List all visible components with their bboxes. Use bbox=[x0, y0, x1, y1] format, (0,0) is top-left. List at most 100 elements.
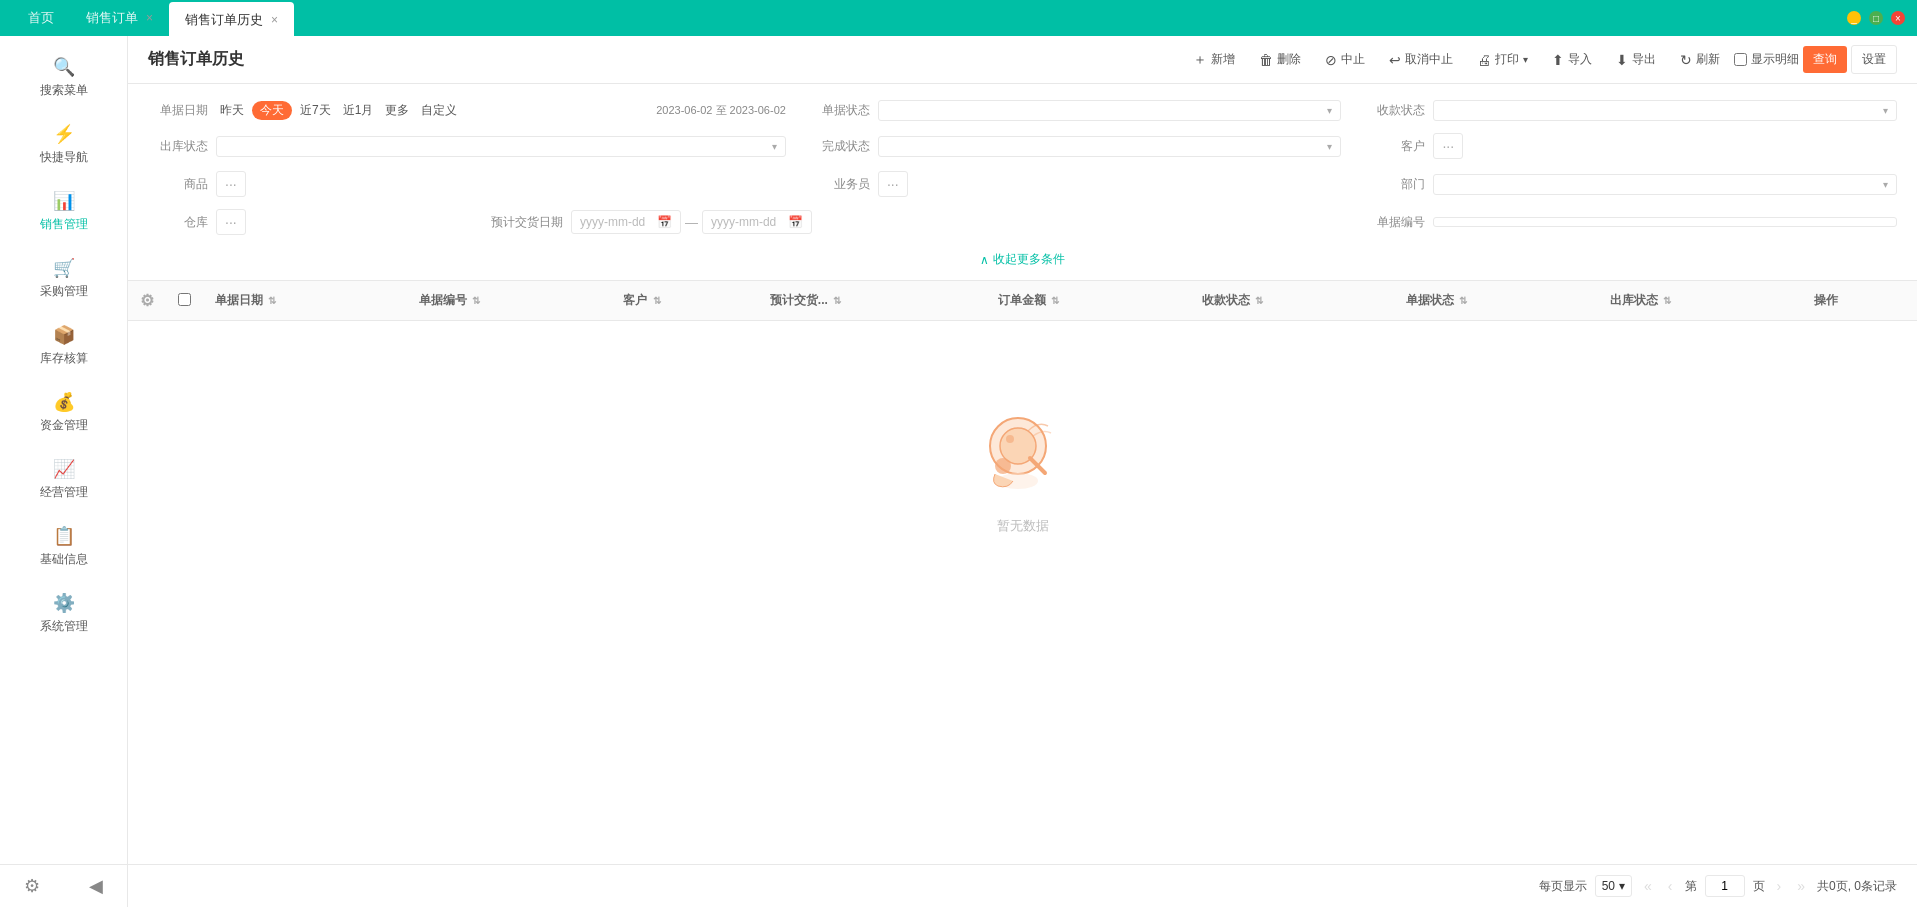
show-detail-checkbox[interactable] bbox=[1734, 53, 1747, 66]
shortcut-custom[interactable]: 自定义 bbox=[417, 101, 461, 120]
th-outbound-status-sort-icon[interactable]: ⇅ bbox=[1663, 295, 1671, 306]
sidebar-collapse-button[interactable]: ◀ bbox=[89, 875, 103, 897]
salesperson-dots-button[interactable]: ··· bbox=[878, 171, 908, 197]
filter-area: 单据日期 昨天 今天 近7天 近1月 更多 自定义 2023-06-02 至 2… bbox=[128, 84, 1917, 281]
sidebar-item-sales-mgmt-label: 销售管理 bbox=[40, 216, 88, 233]
th-payment-status-sort-icon[interactable]: ⇅ bbox=[1255, 295, 1263, 306]
query-button[interactable]: 查询 bbox=[1803, 46, 1847, 73]
collapse-label: 收起更多条件 bbox=[993, 251, 1065, 268]
maximize-button[interactable]: □ bbox=[1869, 11, 1883, 25]
import-icon: ⬆ bbox=[1552, 52, 1564, 68]
sidebar-item-sys-mgmt[interactable]: ⚙️ 系统管理 bbox=[0, 580, 127, 647]
cancel-stop-button[interactable]: ↩ 取消中止 bbox=[1379, 46, 1463, 73]
content-area: 销售订单历史 ＋ 新增 🗑 删除 ⊘ 中止 ↩ 取消中止 bbox=[128, 36, 1917, 907]
sidebar-item-quick-nav[interactable]: ⚡ 快捷导航 bbox=[0, 111, 127, 178]
th-date-sort-icon[interactable]: ⇅ bbox=[268, 295, 276, 306]
sidebar-item-search-menu[interactable]: 🔍 搜索菜单 bbox=[0, 44, 127, 111]
stop-button[interactable]: ⊘ 中止 bbox=[1315, 46, 1375, 73]
sidebar-item-inventory[interactable]: 📦 库存核算 bbox=[0, 312, 127, 379]
sales-mgmt-icon: 📊 bbox=[53, 190, 75, 212]
complete-select-arrow-icon: ▾ bbox=[1327, 141, 1332, 152]
minimize-button[interactable]: _ bbox=[1847, 11, 1861, 25]
sidebar-item-sales-mgmt[interactable]: 📊 销售管理 bbox=[0, 178, 127, 245]
next-page-button[interactable]: › bbox=[1773, 876, 1786, 896]
department-select[interactable]: ▾ bbox=[1433, 174, 1897, 195]
sidebar-item-finance[interactable]: 💰 资金管理 bbox=[0, 379, 127, 446]
sidebar-settings-button[interactable]: ⚙ bbox=[24, 875, 40, 897]
prev-page-button[interactable]: ‹ bbox=[1664, 876, 1677, 896]
export-button[interactable]: ⬇ 导出 bbox=[1606, 46, 1666, 73]
svg-point-5 bbox=[995, 458, 1011, 474]
chevron-up-icon: ∧ bbox=[980, 253, 989, 267]
order-no-field-label: 单据编号 bbox=[1365, 214, 1425, 231]
payment-select[interactable]: ▾ bbox=[1433, 100, 1897, 121]
th-order-status-sort-icon[interactable]: ⇅ bbox=[1459, 295, 1467, 306]
page-input[interactable] bbox=[1705, 875, 1745, 897]
shortcut-1month[interactable]: 近1月 bbox=[339, 101, 378, 120]
settings-button[interactable]: 设置 bbox=[1851, 45, 1897, 74]
page-size-value: 50 bbox=[1602, 879, 1615, 893]
delete-button[interactable]: 🗑 删除 bbox=[1249, 46, 1311, 73]
empty-state: 暂无数据 bbox=[128, 321, 1917, 615]
delivery-date-label: 预计交货日期 bbox=[491, 214, 563, 231]
print-arrow-icon: ▾ bbox=[1523, 54, 1528, 65]
th-delivery-sort-icon[interactable]: ⇅ bbox=[833, 295, 841, 306]
last-page-button[interactable]: » bbox=[1793, 876, 1809, 896]
collapse-button[interactable]: ∧ 收起更多条件 bbox=[148, 247, 1897, 272]
filter-complete-field: 完成状态 ▾ bbox=[810, 136, 1342, 157]
complete-select[interactable]: ▾ bbox=[878, 136, 1342, 157]
date-range-display: 2023-06-02 至 2023-06-02 bbox=[656, 103, 786, 118]
warehouse-dots-button[interactable]: ··· bbox=[216, 209, 246, 235]
sidebar-item-operations[interactable]: 📈 经营管理 bbox=[0, 446, 127, 513]
page-size-select[interactable]: 50 ▾ bbox=[1595, 875, 1632, 897]
delivery-date-start[interactable]: yyyy-mm-dd 📅 bbox=[571, 210, 681, 234]
page-title: 销售订单历史 bbox=[148, 49, 244, 70]
filter-row-1: 单据日期 昨天 今天 近7天 近1月 更多 自定义 2023-06-02 至 2… bbox=[148, 100, 1897, 121]
shortcut-more[interactable]: 更多 bbox=[381, 101, 413, 120]
delivery-date-end[interactable]: yyyy-mm-dd 📅 bbox=[702, 210, 812, 234]
tab-sales-order-close[interactable]: × bbox=[146, 11, 153, 25]
filter-row-4: 仓库 ··· 预计交货日期 yyyy-mm-dd 📅 — yyyy-mm-dd … bbox=[148, 209, 1897, 235]
shortcut-7days[interactable]: 近7天 bbox=[296, 101, 335, 120]
print-button[interactable]: 🖨 打印 ▾ bbox=[1467, 46, 1538, 73]
filter-product-field: 商品 ··· bbox=[148, 171, 786, 197]
order-no-input[interactable] bbox=[1433, 217, 1897, 227]
show-detail-label[interactable]: 显示明细 bbox=[1734, 51, 1799, 68]
th-payment-status: 收款状态 ⇅ bbox=[1190, 281, 1394, 321]
new-button[interactable]: ＋ 新增 bbox=[1183, 46, 1245, 74]
shortcut-today[interactable]: 今天 bbox=[252, 101, 292, 120]
th-no-label: 单据编号 bbox=[419, 293, 467, 307]
refresh-button[interactable]: ↻ 刷新 bbox=[1670, 46, 1730, 73]
th-amount-sort-icon[interactable]: ⇅ bbox=[1051, 295, 1059, 306]
tab-sales-history[interactable]: 销售订单历史 × bbox=[169, 2, 294, 38]
filter-row-3: 商品 ··· 业务员 ··· 部门 ▾ bbox=[148, 171, 1897, 197]
show-detail-text: 显示明细 bbox=[1751, 51, 1799, 68]
query-label: 查询 bbox=[1813, 51, 1837, 68]
select-all-checkbox[interactable] bbox=[178, 293, 191, 306]
sidebar-item-sys-mgmt-label: 系统管理 bbox=[40, 618, 88, 635]
th-no-sort-icon[interactable]: ⇅ bbox=[472, 295, 480, 306]
customer-dots-button[interactable]: ··· bbox=[1433, 133, 1463, 159]
th-customer: 客户 ⇅ bbox=[611, 281, 758, 321]
th-outbound-status-label: 出库状态 bbox=[1610, 293, 1658, 307]
sidebar-item-base-info[interactable]: 📋 基础信息 bbox=[0, 513, 127, 580]
filter-row-2: 出库状态 ▾ 完成状态 ▾ 客户 ··· bbox=[148, 133, 1897, 159]
outbound-select[interactable]: ▾ bbox=[216, 136, 786, 157]
quick-nav-icon: ⚡ bbox=[53, 123, 75, 145]
close-button[interactable]: × bbox=[1891, 11, 1905, 25]
date-field-label: 单据日期 bbox=[148, 102, 208, 119]
export-label: 导出 bbox=[1632, 51, 1656, 68]
tab-home[interactable]: 首页 bbox=[12, 0, 70, 36]
shortcut-yesterday[interactable]: 昨天 bbox=[216, 101, 248, 120]
sidebar-item-purchase-mgmt[interactable]: 🛒 采购管理 bbox=[0, 245, 127, 312]
import-button[interactable]: ⬆ 导入 bbox=[1542, 46, 1602, 73]
product-dots-button[interactable]: ··· bbox=[216, 171, 246, 197]
data-table: ⚙ 单据日期 ⇅ 单据编号 ⇅ bbox=[128, 281, 1917, 615]
first-page-button[interactable]: « bbox=[1640, 876, 1656, 896]
tab-sales-order[interactable]: 销售订单 × bbox=[70, 0, 169, 36]
window-controls: _ □ × bbox=[1847, 11, 1905, 25]
th-customer-sort-icon[interactable]: ⇅ bbox=[653, 295, 661, 306]
tab-sales-history-close[interactable]: × bbox=[271, 13, 278, 27]
status-select[interactable]: ▾ bbox=[878, 100, 1342, 121]
table-settings-icon[interactable]: ⚙ bbox=[140, 292, 154, 309]
